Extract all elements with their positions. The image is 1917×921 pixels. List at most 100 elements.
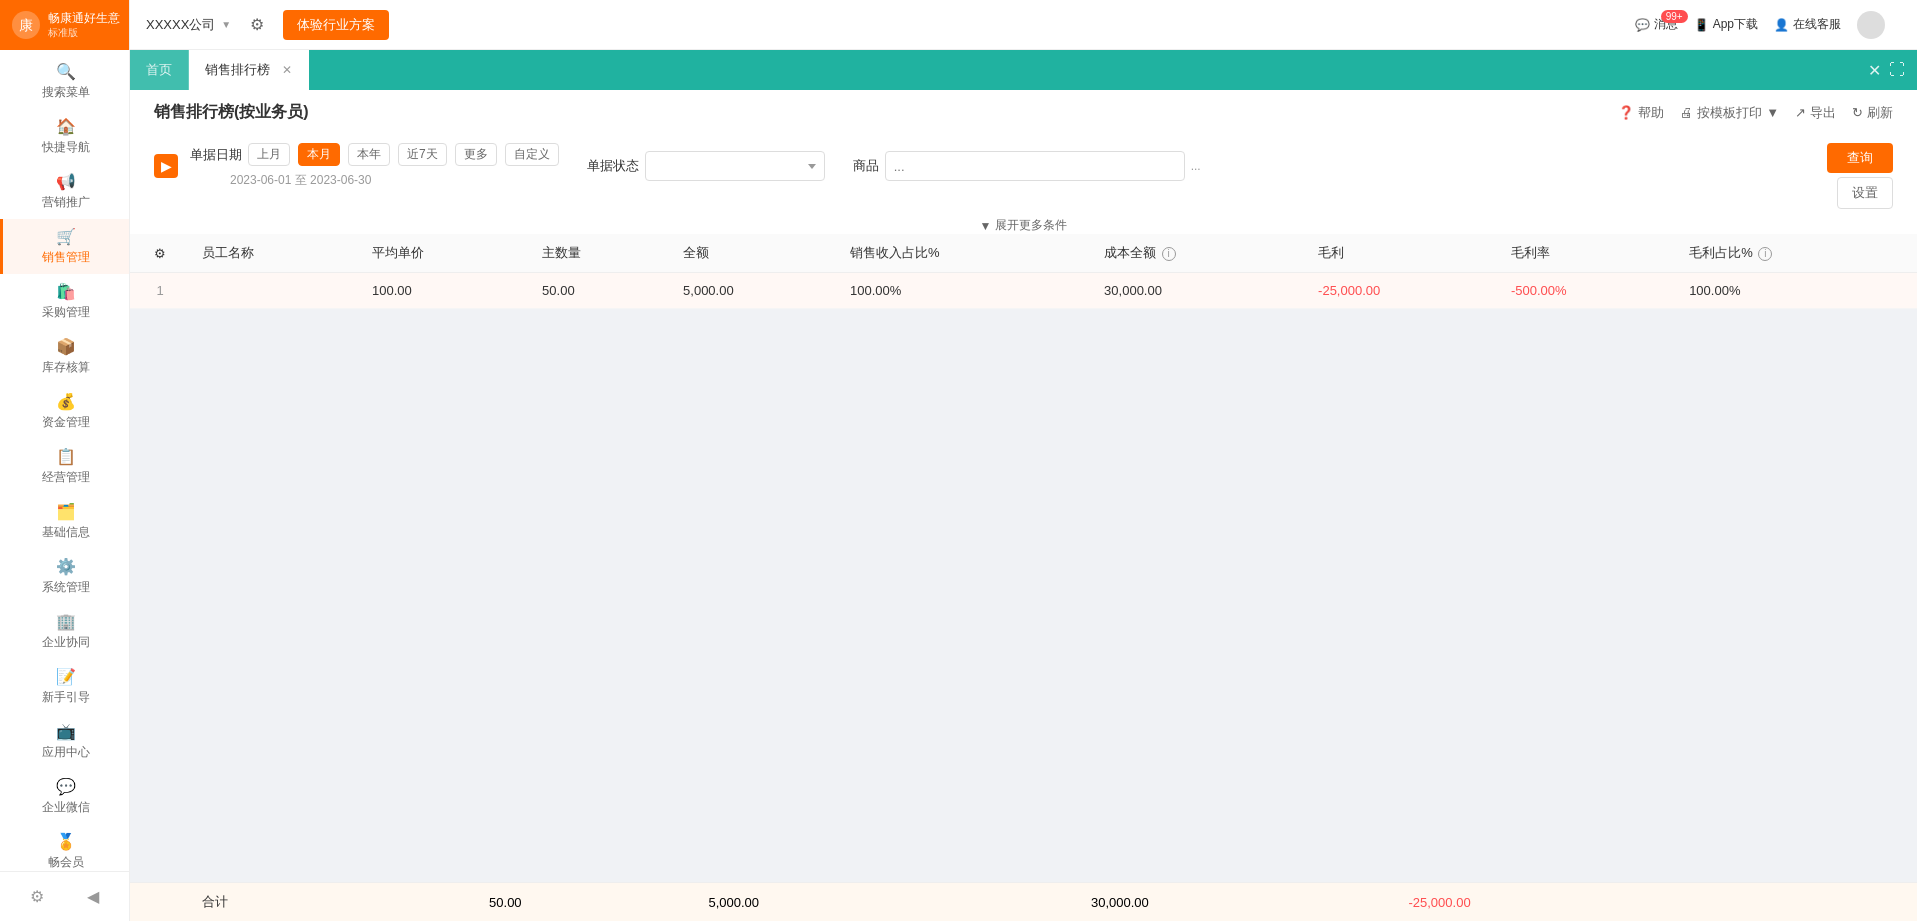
query-btn[interactable]: 查询: [1827, 143, 1893, 173]
sidebar-item-7[interactable]: 📋 经营管理: [0, 439, 129, 494]
date-btn-custom[interactable]: 自定义: [505, 143, 559, 166]
page-actions: ❓ 帮助 🖨 按模板打印 ▼ ↗ 导出 ↻ 刷新: [1618, 104, 1893, 122]
date-btn-this-year[interactable]: 本年: [348, 143, 390, 166]
sidebar-item-5[interactable]: 📦 库存核算: [0, 329, 129, 384]
company-arrow-icon: ▼: [221, 19, 231, 30]
sidebar-icon-5: 📦: [56, 337, 76, 356]
sidebar-label-6: 资金管理: [42, 414, 90, 431]
sidebar-item-8[interactable]: 🗂️ 基础信息: [0, 494, 129, 549]
sidebar-item-11[interactable]: 📝 新手引导: [0, 659, 129, 714]
sidebar-item-9[interactable]: ⚙️ 系统管理: [0, 549, 129, 604]
filter-expand-btn[interactable]: ▶: [154, 154, 178, 178]
date-btn-7days[interactable]: 近7天: [398, 143, 447, 166]
total-avg-price: [384, 883, 477, 921]
sidebar-icon-13: 💬: [56, 777, 76, 796]
avatar[interactable]: [1857, 11, 1885, 39]
topbar-settings-btn[interactable]: ⚙: [243, 11, 271, 39]
help-btn[interactable]: ❓ 帮助: [1618, 104, 1664, 122]
expand-more-icon: ▼: [980, 219, 992, 233]
sidebar-item-2[interactable]: 📢 营销推广: [0, 164, 129, 219]
total-sales-pct: [986, 883, 1079, 921]
tab-maximize-icon[interactable]: ⛶: [1889, 61, 1905, 79]
collapse-icon[interactable]: ◀: [87, 887, 99, 906]
goods-filter-group: 商品 ...: [853, 151, 1201, 181]
data-table: ⚙ 员工名称 平均单价 主数量 全额 销售收入占比% 成本全额 i 毛利 毛利率…: [130, 234, 1917, 309]
sidebar-item-10[interactable]: 🏢 企业协同: [0, 604, 129, 659]
sidebar-label-1: 快捷导航: [42, 139, 90, 156]
col-settings-header[interactable]: ⚙: [130, 234, 190, 273]
print-arrow-icon: ▼: [1766, 105, 1779, 120]
table-scroll[interactable]: ⚙ 员工名称 平均单价 主数量 全额 销售收入占比% 成本全额 i 毛利 毛利率…: [130, 234, 1917, 882]
expand-more-row: ▼ 展开更多条件: [154, 209, 1893, 234]
gross-pct-info-icon[interactable]: i: [1758, 247, 1772, 261]
sidebar-icon-12: 📺: [56, 722, 76, 741]
content-area: 销售排行榜(按业务员) ❓ 帮助 🖨 按模板打印 ▼ ↗ 导出: [130, 90, 1917, 921]
sidebar-icon-14: 🏅: [56, 832, 76, 851]
message-icon: 💬: [1635, 18, 1650, 32]
tab-close-icon[interactable]: ✕: [282, 63, 292, 77]
total-gross: -25,000.00: [1396, 883, 1730, 921]
sidebar-item-13[interactable]: 💬 企业微信: [0, 769, 129, 824]
sidebar-item-0[interactable]: 🔍 搜索菜单: [0, 54, 129, 109]
sidebar-label-7: 经营管理: [42, 469, 90, 486]
sidebar-label-2: 营销推广: [42, 194, 90, 211]
cell-name: [190, 273, 360, 309]
settings-btn2[interactable]: 设置: [1837, 177, 1893, 209]
total-qty: 50.00: [477, 883, 696, 921]
app-icon: 📱: [1694, 18, 1709, 32]
status-select[interactable]: [645, 151, 825, 181]
total-amount: 5,000.00: [696, 883, 985, 921]
sidebar-item-4[interactable]: 🛍️ 采购管理: [0, 274, 129, 329]
tab-sales-ranking[interactable]: 销售排行榜 ✕: [189, 50, 309, 90]
export-btn[interactable]: ↗ 导出: [1795, 104, 1836, 122]
refresh-icon: ↻: [1852, 105, 1863, 120]
logo-sub: 标准版: [48, 26, 120, 40]
online-service-btn[interactable]: 👤 在线客服: [1774, 16, 1841, 33]
cell-index: 1: [130, 273, 190, 309]
tab-close-window-icon[interactable]: ✕: [1868, 61, 1881, 80]
refresh-btn[interactable]: ↻ 刷新: [1852, 104, 1893, 122]
sidebar-item-12[interactable]: 📺 应用中心: [0, 714, 129, 769]
tab-home-label: 首页: [146, 61, 172, 79]
tab-home[interactable]: 首页: [130, 50, 189, 90]
company-selector[interactable]: XXXXX公司 ▼: [146, 16, 231, 34]
print-btn[interactable]: 🖨 按模板打印 ▼: [1680, 104, 1779, 122]
cost-info-icon[interactable]: i: [1162, 247, 1176, 261]
sidebar-label-10: 企业协同: [42, 634, 90, 651]
total-row: 合计 50.00 5,000.00 30,000.00 -25,000.00: [130, 883, 1917, 921]
sidebar-item-3[interactable]: 🛒 销售管理: [0, 219, 129, 274]
topbar-right: 💬 消息 99+ 📱 App下载 👤 在线客服: [1635, 11, 1901, 39]
cell-gross-pct: 100.00%: [1677, 273, 1917, 309]
message-btn[interactable]: 💬 消息 99+: [1635, 16, 1678, 33]
total-gross-rate: [1731, 883, 1824, 921]
date-filter-group: 单据日期 上月 本月 本年 近7天 更多 自定义 2023-06-0: [190, 143, 559, 189]
sidebar-label-5: 库存核算: [42, 359, 90, 376]
help-label: 帮助: [1638, 104, 1664, 122]
sidebar-icon-11: 📝: [56, 667, 76, 686]
cell-cost: 30,000.00: [1092, 273, 1306, 309]
date-btn-more[interactable]: 更多: [455, 143, 497, 166]
status-filter-label: 单据状态: [587, 157, 639, 175]
goods-filter-input[interactable]: [885, 151, 1185, 181]
sidebar-icon-2: 📢: [56, 172, 76, 191]
app-download-btn[interactable]: 📱 App下载: [1694, 16, 1758, 33]
col-gross-header: 毛利: [1306, 234, 1499, 273]
goods-more-btn[interactable]: ...: [1191, 159, 1201, 173]
sidebar-nav: 🔍 搜索菜单 🏠 快捷导航 📢 营销推广 🛒 销售管理 🛍️ 采购管理 📦 库存…: [0, 50, 129, 871]
sidebar-item-14[interactable]: 🏅 畅会员: [0, 824, 129, 871]
expand-more-btn[interactable]: ▼ 展开更多条件: [980, 217, 1068, 234]
main-content: XXXXX公司 ▼ ⚙ 体验行业方案 💬 消息 99+ 📱 App下载 👤 在线…: [130, 0, 1917, 921]
date-btn-this-month[interactable]: 本月: [298, 143, 340, 166]
sidebar-icon-10: 🏢: [56, 612, 76, 631]
sidebar-item-6[interactable]: 💰 资金管理: [0, 384, 129, 439]
col-amount-header: 全额: [671, 234, 838, 273]
total-cost: 30,000.00: [1079, 883, 1397, 921]
filter-actions: 查询 设置: [1827, 143, 1893, 209]
date-btn-last-month[interactable]: 上月: [248, 143, 290, 166]
settings-icon[interactable]: ⚙: [30, 887, 44, 906]
cell-gross: -25,000.00: [1306, 273, 1499, 309]
sidebar-item-1[interactable]: 🏠 快捷导航: [0, 109, 129, 164]
sidebar-label-12: 应用中心: [42, 744, 90, 761]
trial-btn[interactable]: 体验行业方案: [283, 10, 389, 40]
page-top-section: 销售排行榜(按业务员) ❓ 帮助 🖨 按模板打印 ▼ ↗ 导出: [130, 90, 1917, 234]
